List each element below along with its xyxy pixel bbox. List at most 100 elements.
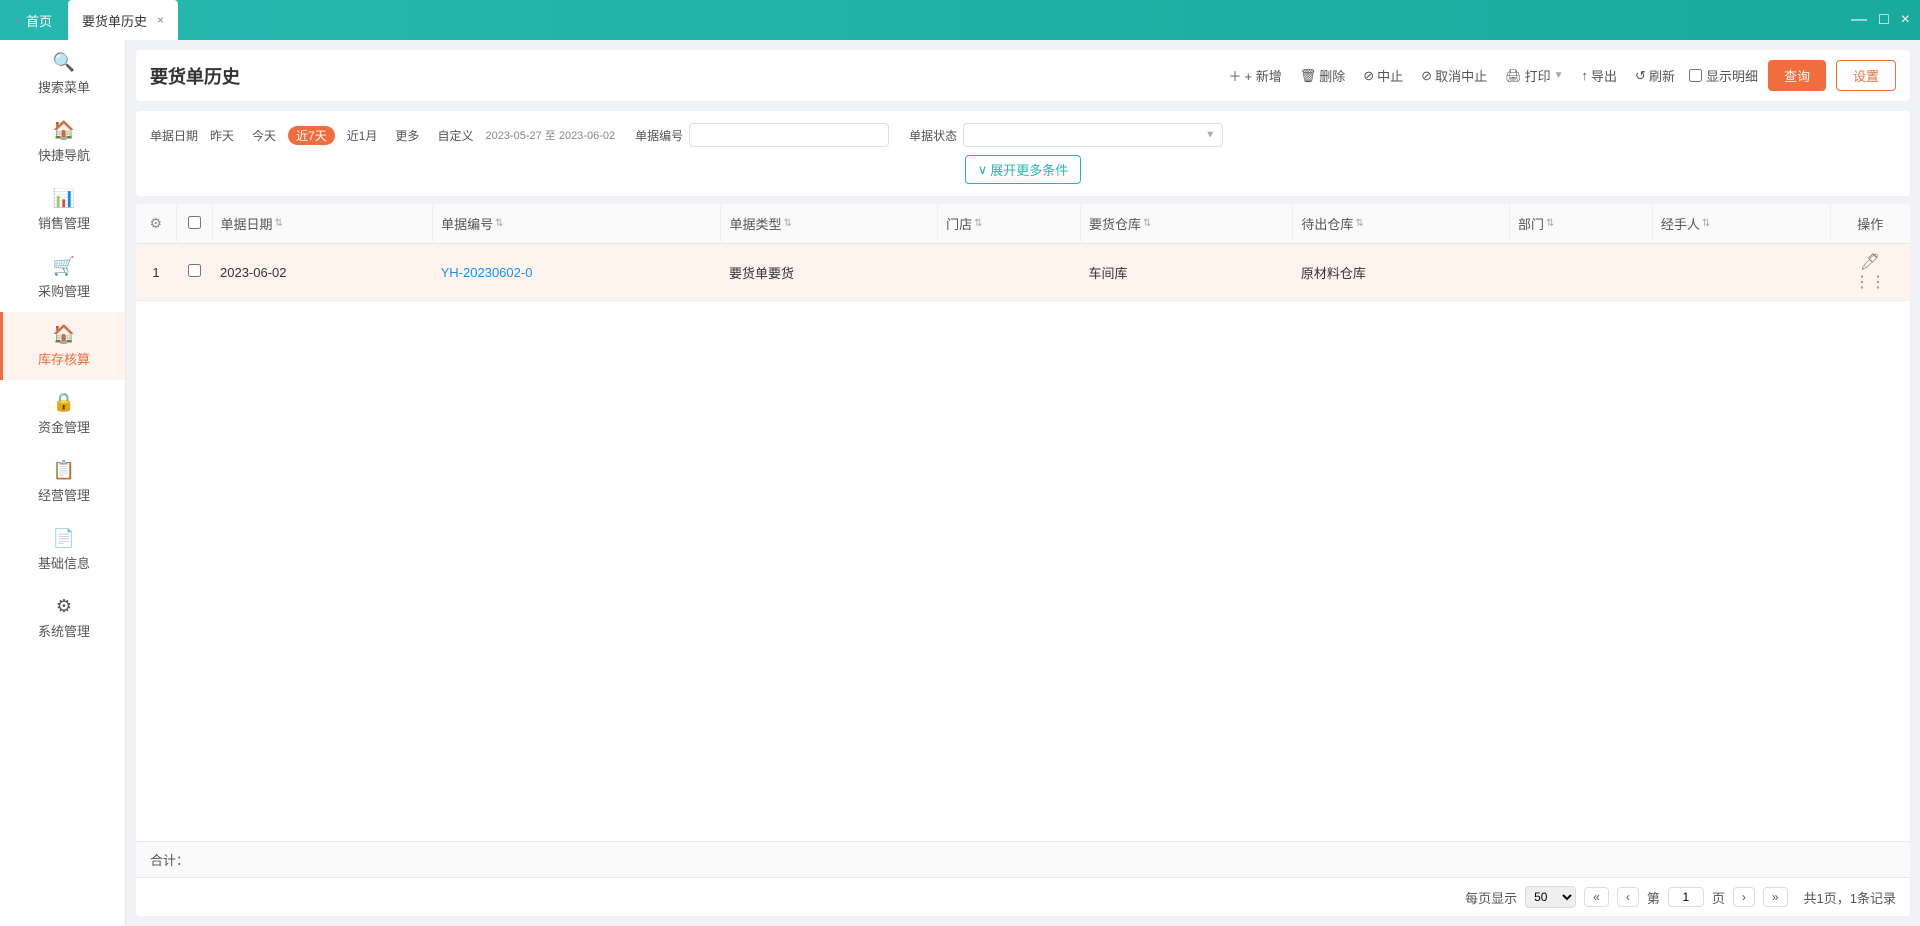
sidebar-item-label: 系统管理 <box>38 621 90 640</box>
td-handler <box>1652 244 1830 301</box>
date-tab-today[interactable]: 今天 <box>246 126 282 145</box>
filter-area: 单据日期 昨天 今天 近7天 近1月 更多 自定义 2023-05-27 至 2… <box>136 111 1910 196</box>
th-sort-pending-warehouse[interactable]: 待出仓库 ⇅ <box>1301 214 1501 233</box>
table-footer-sum: 合计： <box>136 841 1910 877</box>
th-req-warehouse: 要货仓库 ⇅ <box>1080 204 1292 244</box>
first-page-btn[interactable]: « <box>1584 887 1609 907</box>
sidebar-item-label: 库存核算 <box>38 349 90 368</box>
sidebar-item-label: 经营管理 <box>38 485 90 504</box>
date-tab-custom[interactable]: 自定义 <box>431 126 479 145</box>
sidebar-item-label: 资金管理 <box>38 417 90 436</box>
td-department <box>1509 244 1652 301</box>
select-all-checkbox[interactable] <box>188 216 201 229</box>
th-sort-doc-type[interactable]: 单据类型 ⇅ <box>729 214 929 233</box>
sidebar-item-finance-mgmt[interactable]: 🔒 资金管理 <box>0 380 125 448</box>
prev-page-btn[interactable]: ‹ <box>1617 887 1639 907</box>
add-button[interactable]: ＋ + 新增 <box>1224 64 1285 87</box>
tab-home[interactable]: 首页 <box>10 0 68 40</box>
export-button[interactable]: ↑ 导出 <box>1578 64 1622 87</box>
td-store <box>938 244 1081 301</box>
last-page-btn[interactable]: » <box>1763 887 1788 907</box>
sidebar-item-inventory[interactable]: 🏠 库存核算 <box>0 312 125 380</box>
sidebar-item-operation-mgmt[interactable]: 📋 经营管理 <box>0 448 125 516</box>
row-edit-icon[interactable]: 🖊 <box>1860 254 1880 271</box>
operation-mgmt-icon: 📋 <box>53 460 75 481</box>
refresh-button[interactable]: ↺ 刷新 <box>1631 64 1679 87</box>
delete-icon: 🗑 <box>1300 68 1317 84</box>
date-tab-last7days[interactable]: 近7天 <box>288 126 335 145</box>
doc-status-select[interactable] <box>963 123 1223 147</box>
td-index: 1 <box>136 244 176 301</box>
finance-mgmt-icon: 🔒 <box>53 392 75 413</box>
doc-number-link[interactable]: YH-20230602-0 <box>441 265 533 280</box>
td-pending-warehouse: 原材料仓库 <box>1293 244 1510 301</box>
tab-requisition-history[interactable]: 要货单历史 × <box>68 0 178 40</box>
export-icon: ↑ <box>1582 68 1589 83</box>
settings-button[interactable]: 设置 <box>1836 60 1896 91</box>
table-row: 1 2023-06-02 YH-20230602-0 要货单要货 车间 <box>136 244 1910 301</box>
sidebar-item-search-menu[interactable]: 🔍 搜索菜单 <box>0 40 125 108</box>
sidebar-item-system-mgmt[interactable]: ⚙ 系统管理 <box>0 584 125 652</box>
show-detail-input[interactable] <box>1689 69 1702 82</box>
basic-info-icon: 📄 <box>53 528 75 549</box>
per-page-label: 每页显示 <box>1465 888 1517 907</box>
th-doc-number: 单据编号 ⇅ <box>433 204 721 244</box>
print-icon: 🖨 <box>1505 68 1522 84</box>
th-sort-doc-date[interactable]: 单据日期 ⇅ <box>221 214 425 233</box>
date-tab-more[interactable]: 更多 <box>389 126 425 145</box>
content-area: 要货单历史 ＋ + 新增 🗑 🗑 删除 删除 ⊘ 中止 ⊘ 取消中止 <box>126 40 1920 926</box>
row-more-icon[interactable]: ⋮⋮ <box>1854 274 1886 291</box>
date-tab-last1month[interactable]: 近1月 <box>341 126 384 145</box>
query-button[interactable]: 查询 <box>1768 60 1826 91</box>
tab-label: 要货单历史 <box>82 11 147 30</box>
minimize-icon[interactable]: — <box>1851 11 1867 29</box>
print-button[interactable]: 🖨 打印 ▼ <box>1501 64 1567 87</box>
date-range-text: 2023-05-27 至 2023-06-02 <box>485 127 615 143</box>
close-window-icon[interactable]: × <box>1901 11 1910 29</box>
sidebar-item-label: 快捷导航 <box>38 145 90 164</box>
sidebar-item-purchase-mgmt[interactable]: 🛒 采购管理 <box>0 244 125 312</box>
maximize-icon[interactable]: □ <box>1879 11 1889 29</box>
delete-button[interactable]: 🗑 🗑 删除 删除 <box>1296 64 1350 87</box>
th-ops: 操作 <box>1830 204 1910 244</box>
page-prefix-label: 第 <box>1647 888 1660 907</box>
page-number-input[interactable] <box>1668 887 1704 907</box>
sidebar-item-label: 销售管理 <box>38 213 90 232</box>
th-doc-type: 单据类型 ⇅ <box>721 204 938 244</box>
th-sort-doc-number[interactable]: 单据编号 ⇅ <box>441 214 712 233</box>
add-icon: ＋ <box>1228 66 1241 85</box>
expand-more-btn[interactable]: ∨ 展开更多条件 <box>965 155 1082 184</box>
row-checkbox[interactable] <box>188 264 201 277</box>
td-req-warehouse: 车间库 <box>1080 244 1292 301</box>
sidebar-item-label: 基础信息 <box>38 553 90 572</box>
sidebar-item-sales-mgmt[interactable]: 📊 销售管理 <box>0 176 125 244</box>
date-tab-yesterday[interactable]: 昨天 <box>204 126 240 145</box>
th-sort-department[interactable]: 部门 ⇅ <box>1518 214 1644 233</box>
table-header-row: ⚙ 单据日期 ⇅ <box>136 204 1910 244</box>
sidebar-item-basic-info[interactable]: 📄 基础信息 <box>0 516 125 584</box>
per-page-select[interactable]: 50 10 20 100 <box>1525 886 1576 908</box>
cancel-stop-icon: ⊘ <box>1421 68 1432 84</box>
th-sort-store[interactable]: 门店 ⇅ <box>946 214 1072 233</box>
sum-label: 合计： <box>150 850 189 869</box>
td-checkbox <box>176 244 212 301</box>
th-sort-req-warehouse[interactable]: 要货仓库 ⇅ <box>1089 214 1284 233</box>
td-doc-type: 要货单要货 <box>721 244 938 301</box>
stop-button[interactable]: ⊘ 中止 <box>1359 64 1407 87</box>
table-scroll: ⚙ 单据日期 ⇅ <box>136 204 1910 841</box>
doc-number-input[interactable] <box>689 123 889 147</box>
main-layout: 🔍 搜索菜单 🏠 快捷导航 📊 销售管理 🛒 采购管理 🏠 库存核算 🔒 资金管… <box>0 40 1920 926</box>
th-sort-handler[interactable]: 经手人 ⇅ <box>1661 214 1822 233</box>
sort-store-icon: ⇅ <box>974 218 982 229</box>
th-doc-date: 单据日期 ⇅ <box>212 204 433 244</box>
cancel-stop-button[interactable]: ⊘ 取消中止 <box>1417 64 1491 87</box>
sort-doc-number-icon: ⇅ <box>495 218 503 229</box>
doc-number-label: 单据编号 <box>635 127 683 144</box>
show-detail-checkbox[interactable]: 显示明细 <box>1689 66 1758 85</box>
table-settings-icon[interactable]: ⚙ <box>149 215 162 231</box>
tab-close-icon[interactable]: × <box>157 13 164 27</box>
next-page-btn[interactable]: › <box>1733 887 1755 907</box>
page-header: 要货单历史 ＋ + 新增 🗑 🗑 删除 删除 ⊘ 中止 ⊘ 取消中止 <box>136 50 1910 101</box>
refresh-icon: ↺ <box>1635 68 1646 84</box>
sidebar-item-quick-nav[interactable]: 🏠 快捷导航 <box>0 108 125 176</box>
